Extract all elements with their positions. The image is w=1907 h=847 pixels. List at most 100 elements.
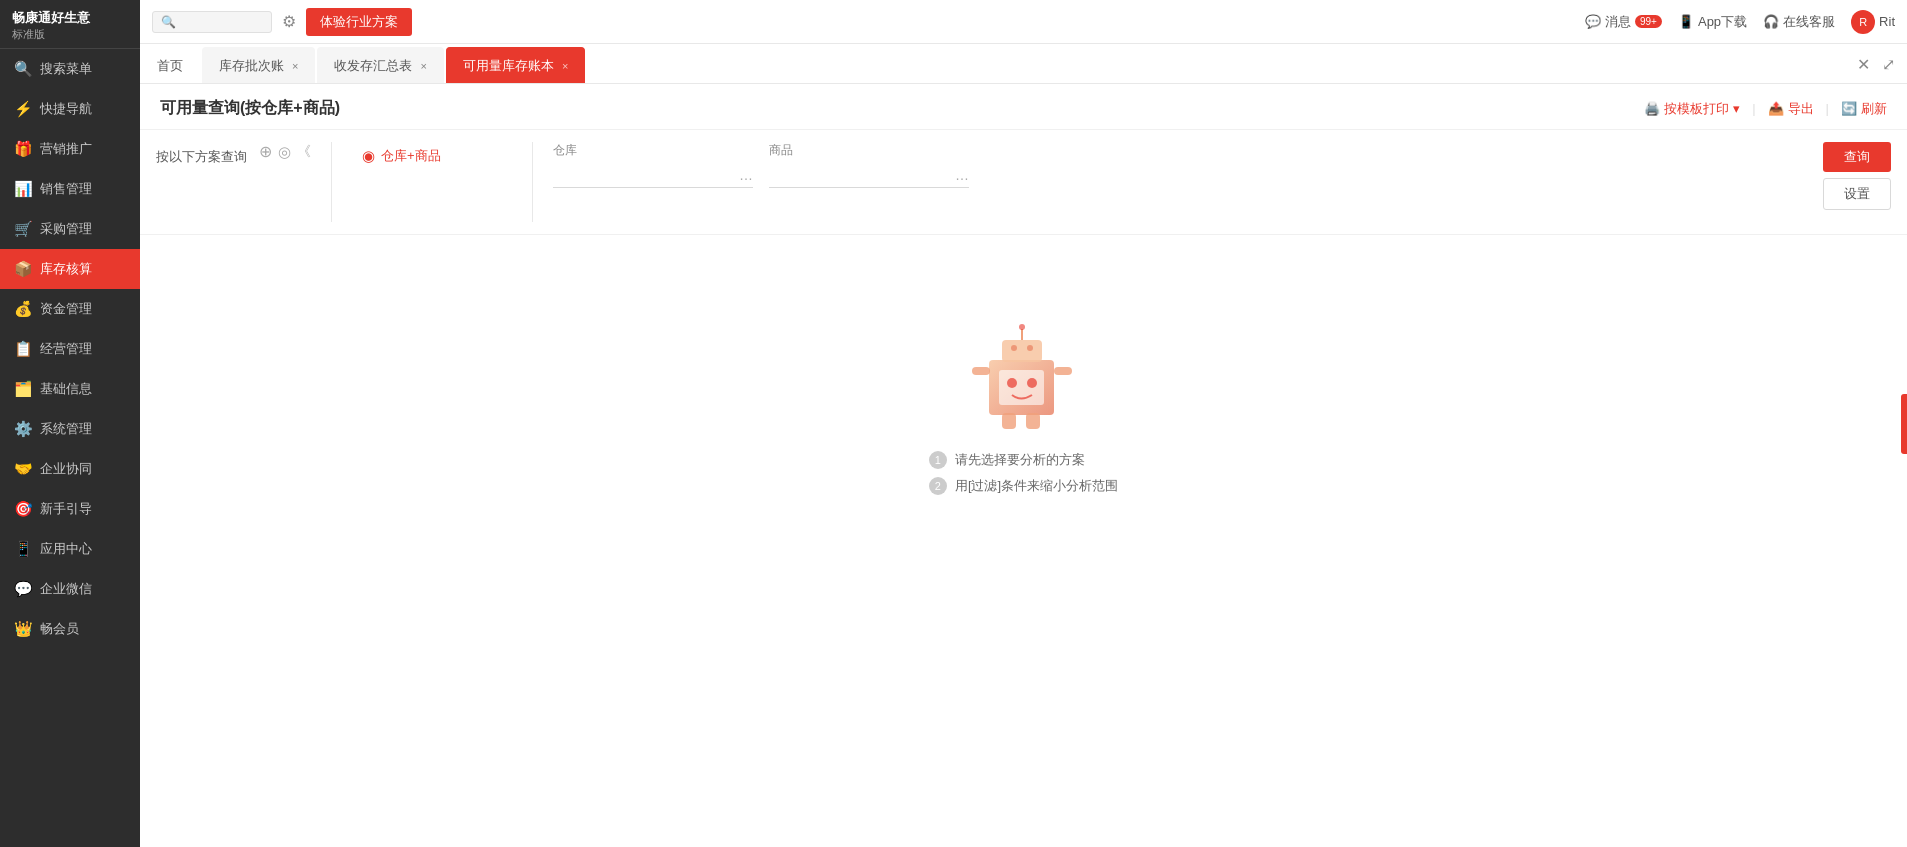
scheme-settings-icon[interactable]: ◎ — [278, 143, 291, 161]
filter-scheme-controls: ⊕ ◎ 《 — [259, 142, 311, 161]
newbie-icon: 🎯 — [14, 500, 32, 518]
tab-summary-label: 收发存汇总表 — [334, 57, 412, 75]
tab-home[interactable]: 首页 — [140, 47, 200, 83]
sidebar-item-finance[interactable]: 💰 资金管理 — [0, 289, 140, 329]
sidebar-item-enterprise[interactable]: 🤝 企业协同 — [0, 449, 140, 489]
marketing-icon: 🎁 — [14, 140, 32, 158]
sidebar-item-purchase[interactable]: 🛒 采购管理 — [0, 209, 140, 249]
message-button[interactable]: 💬 消息 99+ — [1585, 13, 1662, 31]
scheme-item-warehouse-goods[interactable]: ◉ 仓库+商品 — [352, 142, 512, 170]
app-container: 畅康通好生意 标准版 🔍 搜索菜单 ⚡ 快捷导航 🎁 营销推广 📊 销售管理 🛒… — [0, 0, 1907, 847]
sidebar-item-appstore[interactable]: 📱 应用中心 — [0, 529, 140, 569]
basic-icon: 🗂️ — [14, 380, 32, 398]
system-icon: ⚙️ — [14, 420, 32, 438]
tab-available-close[interactable]: × — [562, 60, 568, 72]
svg-rect-5 — [1054, 367, 1072, 375]
goods-field-label: 商品 — [769, 142, 969, 159]
sidebar-item-marketing[interactable]: 🎁 营销推广 — [0, 129, 140, 169]
filter-divider — [331, 142, 332, 222]
message-icon: 💬 — [1585, 14, 1601, 29]
warehouse-field-input-wrap: … — [553, 163, 753, 188]
sidebar-item-system[interactable]: ⚙️ 系统管理 — [0, 409, 140, 449]
app-download-button[interactable]: 📱 App下载 — [1678, 13, 1747, 31]
sidebar-logo: 畅康通好生意 标准版 — [0, 0, 140, 49]
tab-summary-close[interactable]: × — [420, 60, 426, 72]
filter-settings-button[interactable]: 设置 — [1823, 178, 1891, 210]
tab-summary[interactable]: 收发存汇总表 × — [317, 47, 443, 83]
enterprise-icon: 🤝 — [14, 460, 32, 478]
query-button[interactable]: 查询 — [1823, 142, 1891, 172]
tab-batch-close[interactable]: × — [292, 60, 298, 72]
sidebar-scroll: 🔍 搜索菜单 ⚡ 快捷导航 🎁 营销推广 📊 销售管理 🛒 采购管理 📦 库存核… — [0, 49, 140, 847]
sidebar-item-member[interactable]: 👑 畅会员 — [0, 609, 140, 649]
search-icon: 🔍 — [161, 15, 176, 29]
refresh-icon: 🔄 — [1841, 101, 1857, 116]
sidebar-item-operation[interactable]: 📋 经营管理 — [0, 329, 140, 369]
refresh-button[interactable]: 🔄 刷新 — [1841, 100, 1887, 118]
topbar-right: 💬 消息 99+ 📱 App下载 🎧 在线客服 R Rit — [1585, 10, 1895, 34]
online-service-button[interactable]: 🎧 在线客服 — [1763, 13, 1835, 31]
tab-batch[interactable]: 库存批次账 × — [202, 47, 315, 83]
svg-point-9 — [1011, 345, 1017, 351]
sidebar-item-label-inventory: 库存核算 — [40, 260, 92, 278]
sidebar-item-wechat[interactable]: 💬 企业微信 — [0, 569, 140, 609]
filter-label: 按以下方案查询 — [156, 142, 247, 166]
tab-available[interactable]: 可用量库存账本 × — [446, 47, 585, 83]
main-area: 🔍 ⚙ 体验行业方案 💬 消息 99+ 📱 App下载 🎧 在线客服 — [140, 0, 1907, 847]
filter-fields: 仓库 … 商品 … — [553, 142, 1811, 188]
sidebar-item-search[interactable]: 🔍 搜索菜单 — [0, 49, 140, 89]
purchase-icon: 🛒 — [14, 220, 32, 238]
filter-area: 按以下方案查询 ⊕ ◎ 《 ◉ 仓库+商品 — [140, 130, 1907, 235]
sidebar-item-newbie[interactable]: 🎯 新手引导 — [0, 489, 140, 529]
filter-scheme-list: ◉ 仓库+商品 — [352, 142, 512, 170]
tip-num-1: 1 — [929, 451, 947, 469]
sidebar-item-shortcut[interactable]: ⚡ 快捷导航 — [0, 89, 140, 129]
svg-rect-4 — [972, 367, 990, 375]
trial-button[interactable]: 体验行业方案 — [306, 8, 412, 36]
add-scheme-icon[interactable]: ⊕ — [259, 142, 272, 161]
goods-more-icon[interactable]: … — [955, 167, 969, 183]
tab-batch-label: 库存批次账 — [219, 57, 284, 75]
sidebar-item-inventory[interactable]: 📦 库存核算 — [0, 249, 140, 289]
sidebar-item-label-system: 系统管理 — [40, 420, 92, 438]
tab-close-window-button[interactable]: ✕ — [1853, 52, 1874, 75]
svg-point-12 — [1019, 324, 1025, 330]
print-label: 按模板打印 — [1664, 100, 1729, 118]
scheme-collapse-icon[interactable]: 《 — [297, 143, 311, 161]
tip-num-2: 2 — [929, 477, 947, 495]
empty-tip-2: 2 用[过滤]条件来缩小分析范围 — [929, 477, 1118, 495]
warehouse-field-label: 仓库 — [553, 142, 753, 159]
user-label: Rit — [1879, 14, 1895, 29]
sidebar-item-sales[interactable]: 📊 销售管理 — [0, 169, 140, 209]
tab-available-label: 可用量库存账本 — [463, 57, 554, 75]
topbar-search-box[interactable]: 🔍 — [152, 11, 272, 33]
print-button[interactable]: 🖨️ 按模板打印 ▾ — [1644, 100, 1740, 118]
sidebar-item-label-sales: 销售管理 — [40, 180, 92, 198]
right-scroll-handle[interactable] — [1901, 394, 1907, 454]
tip-text-1: 请先选择要分析的方案 — [955, 451, 1085, 469]
sidebar-item-label-wechat: 企业微信 — [40, 580, 92, 598]
message-label: 消息 — [1605, 13, 1631, 31]
filter-field-warehouse: 仓库 … — [553, 142, 753, 188]
page-header: 可用量查询(按仓库+商品) 🖨️ 按模板打印 ▾ | 📤 导出 | — [140, 84, 1907, 130]
svg-rect-7 — [1026, 413, 1040, 429]
warehouse-more-icon[interactable]: … — [739, 167, 753, 183]
user-menu-button[interactable]: R Rit — [1851, 10, 1895, 34]
svg-rect-1 — [999, 370, 1044, 405]
goods-input[interactable] — [769, 168, 949, 183]
export-label: 导出 — [1788, 100, 1814, 118]
tab-expand-button[interactable]: ⤢ — [1878, 52, 1899, 75]
export-button[interactable]: 📤 导出 — [1768, 100, 1814, 118]
tip-text-2: 用[过滤]条件来缩小分析范围 — [955, 477, 1118, 495]
filter-field-goods: 商品 … — [769, 142, 969, 188]
sidebar-item-label-newbie: 新手引导 — [40, 500, 92, 518]
sidebar-item-basic[interactable]: 🗂️ 基础信息 — [0, 369, 140, 409]
inventory-icon: 📦 — [14, 260, 32, 278]
warehouse-input[interactable] — [553, 168, 733, 183]
tabbar: 首页 库存批次账 × 收发存汇总表 × 可用量库存账本 × ✕ ⤢ — [140, 44, 1907, 84]
sidebar-item-label-marketing: 营销推广 — [40, 140, 92, 158]
filter-actions: 查询 设置 — [1823, 142, 1891, 210]
shortcut-icon: ⚡ — [14, 100, 32, 118]
settings-icon[interactable]: ⚙ — [280, 10, 298, 33]
topbar: 🔍 ⚙ 体验行业方案 💬 消息 99+ 📱 App下载 🎧 在线客服 — [140, 0, 1907, 44]
